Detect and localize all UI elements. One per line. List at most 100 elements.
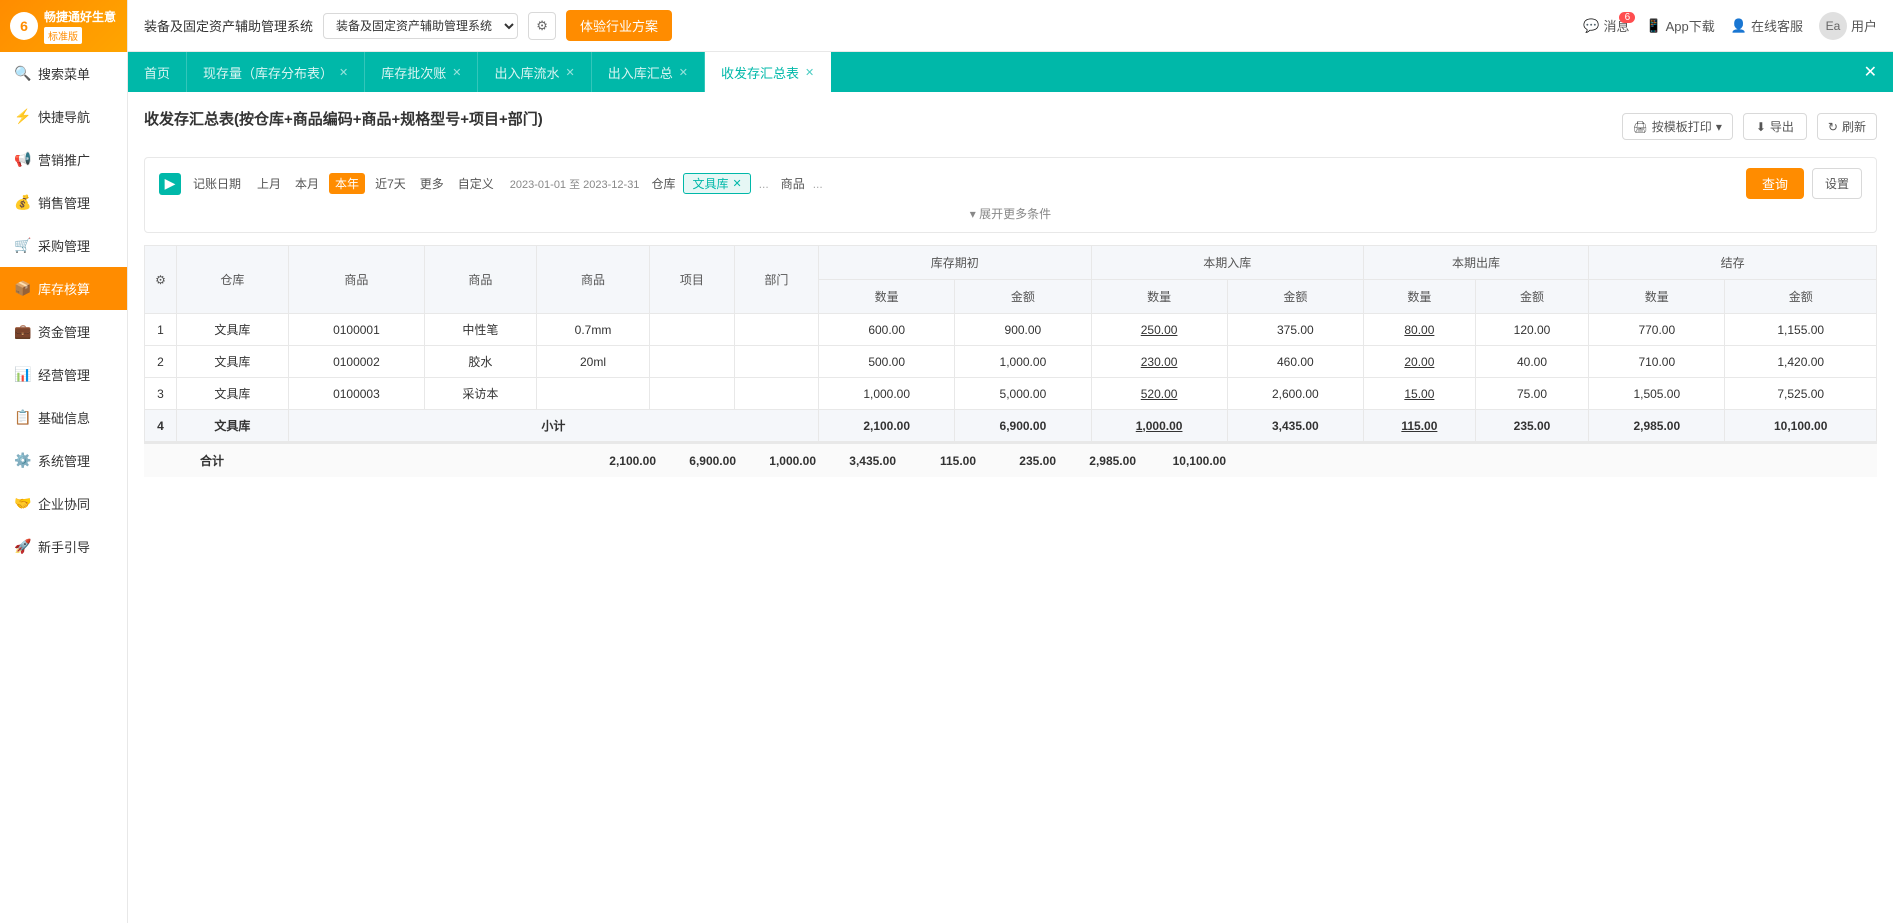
date-btn-更多[interactable]: 更多 — [416, 173, 448, 194]
warehouse-more[interactable]: ... — [759, 177, 769, 191]
sidebar-item-purchase[interactable]: 🛒采购管理 — [0, 224, 127, 267]
cell-dept — [734, 346, 818, 378]
tabbar-close-icon[interactable]: ✕ — [1848, 62, 1893, 82]
tab-close-recv-send-summary[interactable]: ✕ — [805, 66, 814, 79]
query-button[interactable]: 查询 — [1746, 168, 1804, 199]
date-btn-近7天[interactable]: 近7天 — [371, 173, 410, 194]
topbar: 装备及固定资产辅助管理系统 装备及固定资产辅助管理系统 ⚙ 体验行业方案 💬 消… — [128, 0, 1893, 52]
tab-home[interactable]: 首页 — [128, 52, 187, 92]
th-name: 商品 — [425, 246, 537, 314]
date-range-display: 2023-01-01 至 2023-12-31 — [510, 176, 640, 192]
cell-in-qty[interactable]: 230.00 — [1091, 346, 1227, 378]
tab-recv-send-summary[interactable]: 收发存汇总表 ✕ — [705, 52, 831, 92]
sidebar-item-basic[interactable]: 📋基础信息 — [0, 396, 127, 439]
settings-gear-icon[interactable]: ⚙ — [528, 12, 556, 40]
refresh-button[interactable]: ↻ 刷新 — [1817, 113, 1877, 140]
user-item[interactable]: Ea 用户 — [1819, 12, 1877, 40]
sidebar-item-search[interactable]: 🔍搜索菜单 — [0, 52, 127, 95]
cell-opening-amt: 5,000.00 — [955, 378, 1091, 410]
tab-inout-flow[interactable]: 出入库流水✕ — [478, 52, 591, 92]
sidebar-item-operations[interactable]: 📊经营管理 — [0, 353, 127, 396]
subtotal-close-qty: 2,985.00 — [1589, 410, 1725, 442]
subtotal-out-amt: 235.00 — [1475, 410, 1588, 442]
sidebar: 6 畅捷通好生意 标准版 🔍搜索菜单⚡快捷导航📢营销推广💰销售管理🛒采购管理📦库… — [0, 0, 128, 923]
export-icon: ⬇ — [1756, 120, 1766, 134]
sidebar-label-search: 搜索菜单 — [38, 64, 90, 83]
export-button[interactable]: ⬇ 导出 — [1743, 113, 1807, 140]
notification-item[interactable]: 💬 消息 6 — [1583, 16, 1629, 35]
warehouse-tag: 文具库 ✕ — [683, 173, 750, 194]
tab-close-batch[interactable]: ✕ — [452, 66, 461, 79]
date-btn-自定义[interactable]: 自定义 — [454, 173, 498, 194]
sidebar-item-marketing[interactable]: 📢营销推广 — [0, 138, 127, 181]
user-avatar: Ea — [1819, 12, 1847, 40]
sidebar-item-newbie[interactable]: 🚀新手引导 — [0, 525, 127, 568]
cell-dept — [734, 314, 818, 346]
topbar-right: 💬 消息 6 📱 App下载 👤 在线客服 Ea 用户 — [1583, 12, 1877, 40]
cell-code: 0100003 — [288, 378, 424, 410]
warehouse-label: 仓库 — [651, 175, 675, 192]
trial-button[interactable]: 体验行业方案 — [566, 10, 672, 41]
sidebar-item-finance[interactable]: 💼资金管理 — [0, 310, 127, 353]
sidebar-label-sales: 销售管理 — [38, 193, 90, 212]
th-spec: 商品 — [536, 246, 649, 314]
th-out-amt: 金额 — [1475, 280, 1588, 314]
subtotal-out-qty[interactable]: 115.00 — [1363, 410, 1475, 442]
cell-index: 1 — [145, 314, 177, 346]
tab-batch[interactable]: 库存批次账✕ — [365, 52, 478, 92]
cell-in-qty[interactable]: 250.00 — [1091, 314, 1227, 346]
cell-close-amt: 7,525.00 — [1725, 378, 1877, 410]
app-download-item[interactable]: 📱 App下载 — [1645, 16, 1714, 35]
tab-inout-summary[interactable]: 出入库汇总✕ — [592, 52, 705, 92]
online-service-label: 在线客服 — [1751, 16, 1803, 35]
date-btn-上月[interactable]: 上月 — [253, 173, 285, 194]
cell-out-qty[interactable]: 15.00 — [1363, 378, 1475, 410]
th-opening-amt: 金额 — [955, 280, 1091, 314]
marketing-icon: 📢 — [14, 151, 30, 168]
th-settings[interactable]: ⚙ — [145, 246, 177, 314]
filter-setting-button[interactable]: 设置 — [1812, 168, 1862, 199]
goods-filter: 商品 ... — [781, 175, 823, 192]
cell-out-qty[interactable]: 20.00 — [1363, 346, 1475, 378]
cell-out-qty[interactable]: 80.00 — [1363, 314, 1475, 346]
date-btn-本月[interactable]: 本月 — [291, 173, 323, 194]
cell-project — [650, 346, 734, 378]
online-service-item[interactable]: 👤 在线客服 — [1731, 16, 1803, 35]
tab-close-inout-summary[interactable]: ✕ — [679, 66, 688, 79]
subtotal-label: 小计 — [288, 410, 818, 442]
cell-dept — [734, 378, 818, 410]
cell-in-qty[interactable]: 520.00 — [1091, 378, 1227, 410]
sidebar-item-collab[interactable]: 🤝企业协同 — [0, 482, 127, 525]
cell-opening-amt: 900.00 — [955, 314, 1091, 346]
tabbar: 首页现存量（库存分布表）✕库存批次账✕出入库流水✕出入库汇总✕ 收发存汇总表 ✕ ✕ — [128, 52, 1893, 92]
warehouse-tag-close-icon[interactable]: ✕ — [732, 177, 741, 190]
inventory-icon: 📦 — [14, 280, 30, 297]
tab-stock-dist[interactable]: 现存量（库存分布表）✕ — [187, 52, 365, 92]
cell-index: 3 — [145, 378, 177, 410]
tab-label-recv-send-summary: 收发存汇总表 — [721, 63, 799, 82]
goods-more[interactable]: ... — [813, 177, 823, 191]
date-filter-buttons: 上月本月本年近7天更多自定义 — [253, 173, 498, 194]
th-code: 商品 — [288, 246, 424, 314]
table-row: 2 文具库 0100002 胶水 20ml 500.00 1,000.00 23… — [145, 346, 1877, 378]
expand-more-area: ▾ 展开更多条件 — [159, 205, 1862, 222]
data-table: ⚙ 仓库 商品 商品 商品 项目 部门 库存期初 本期入库 本期出库 结存 — [144, 245, 1877, 442]
subtotal-close-amt: 10,100.00 — [1725, 410, 1877, 442]
purchase-icon: 🛒 — [14, 237, 30, 254]
tab-close-stock-dist[interactable]: ✕ — [339, 66, 348, 79]
subtotal-in-qty[interactable]: 1,000.00 — [1091, 410, 1227, 442]
sidebar-item-inventory[interactable]: 📦库存核算 — [0, 267, 127, 310]
expand-button[interactable]: ▾ 展开更多条件 — [970, 205, 1051, 222]
date-btn-本年[interactable]: 本年 — [329, 173, 365, 194]
filter-area: ▶ 记账日期 上月本月本年近7天更多自定义 2023-01-01 至 2023-… — [144, 157, 1877, 233]
sidebar-item-system[interactable]: ⚙️系统管理 — [0, 439, 127, 482]
filter-arrow-button[interactable]: ▶ — [159, 173, 181, 195]
sidebar-label-quicknav: 快捷导航 — [38, 107, 90, 126]
print-button[interactable]: 🖨 按模板打印 ▾ — [1622, 113, 1733, 140]
system-select[interactable]: 装备及固定资产辅助管理系统 — [323, 13, 518, 39]
subtotal-in-amt: 3,435.00 — [1227, 410, 1363, 442]
collab-icon: 🤝 — [14, 495, 30, 512]
sidebar-item-quicknav[interactable]: ⚡快捷导航 — [0, 95, 127, 138]
tab-close-inout-flow[interactable]: ✕ — [566, 66, 575, 79]
sidebar-item-sales[interactable]: 💰销售管理 — [0, 181, 127, 224]
